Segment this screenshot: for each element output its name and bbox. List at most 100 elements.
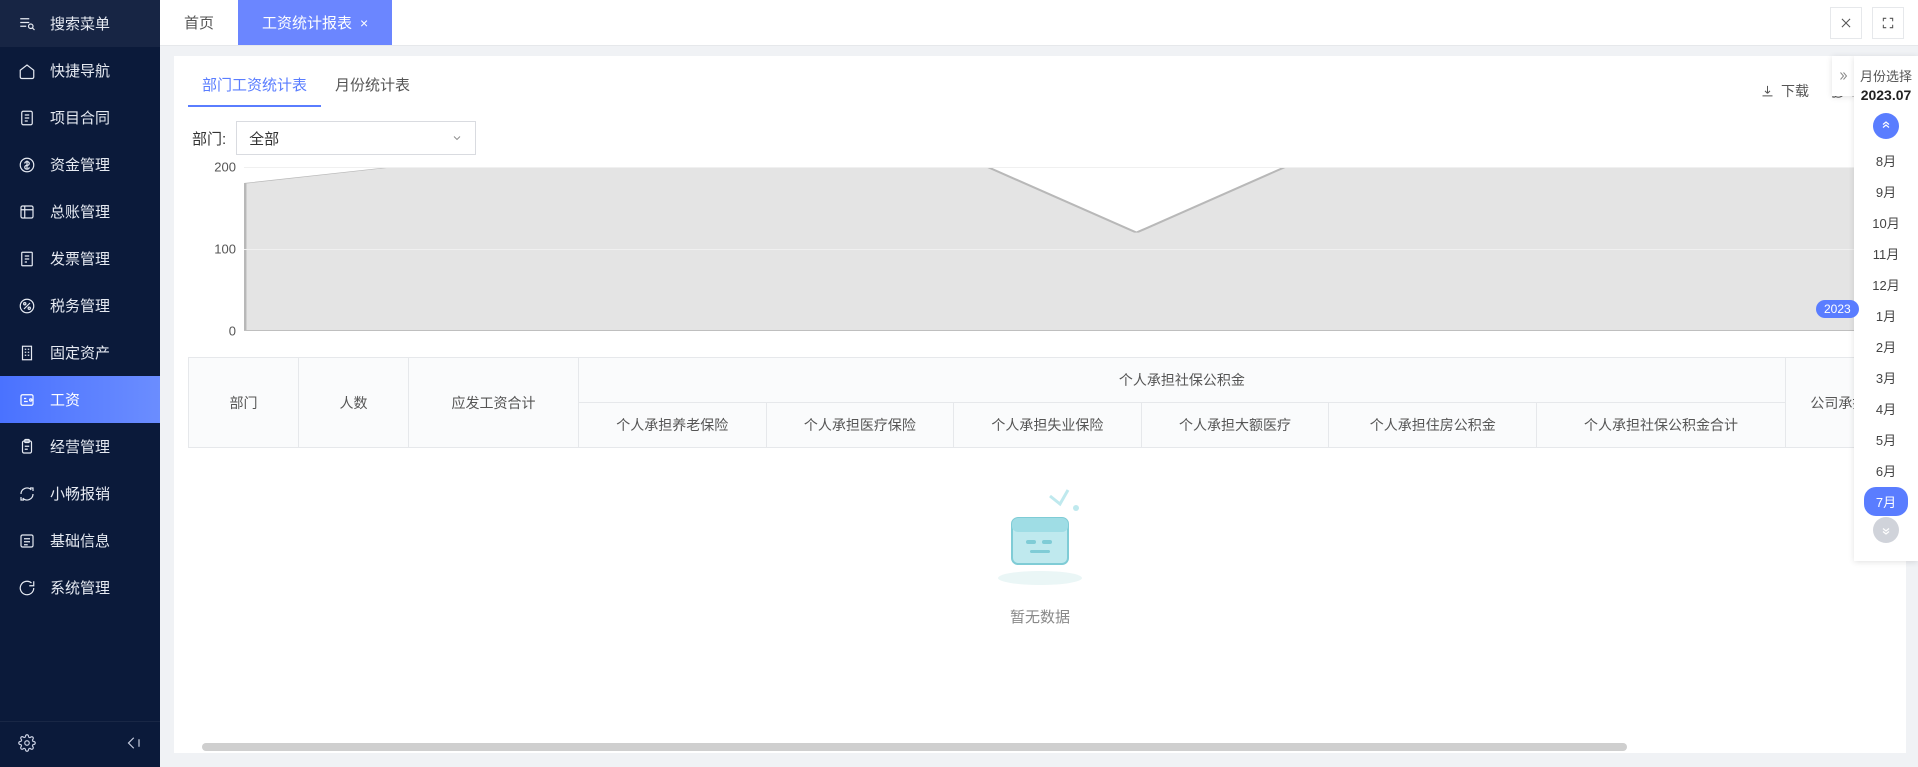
ledger-icon <box>18 203 36 221</box>
sidebar-item-basicinfo[interactable]: 基础信息 <box>0 517 160 564</box>
close-all-tabs-button[interactable] <box>1830 7 1862 39</box>
sidebar-item-tax[interactable]: 税务管理 <box>0 282 160 329</box>
tabs-right-controls <box>1830 0 1918 45</box>
salary-chart: 0100200 <box>192 167 1888 347</box>
month-panel-toggle[interactable] <box>1832 56 1854 96</box>
clipboard-icon <box>18 438 36 456</box>
sidebar-item-quick-nav[interactable]: 快捷导航 <box>0 47 160 94</box>
salary-icon <box>18 391 36 409</box>
chart-ytick: 0 <box>229 324 236 339</box>
month-picker-current: 2023.07 <box>1861 87 1912 103</box>
col-group-header: 个人承担社保公积金 <box>579 358 1786 403</box>
chart-zone: 0100200 <box>174 161 1906 357</box>
sidebar-item-label: 固定资产 <box>50 342 110 363</box>
month-option[interactable]: 4月 <box>1864 394 1908 423</box>
month-option[interactable]: 7月 <box>1864 487 1908 516</box>
sidebar-item-label: 税务管理 <box>50 295 110 316</box>
chart-ytick: 100 <box>214 242 236 257</box>
inner-tabs-row: 部门工资统计表月份统计表 下载 刷新 <box>174 56 1906 107</box>
chevron-down-double-icon <box>1880 524 1892 536</box>
sidebar-item-reimburse[interactable]: 小畅报销 <box>0 470 160 517</box>
month-option[interactable]: 5月 <box>1864 425 1908 454</box>
sidebar-item-operations[interactable]: 经营管理 <box>0 423 160 470</box>
col-subheader: 个人承担养老保险 <box>579 403 767 448</box>
dept-select-value: 全部 <box>249 128 279 149</box>
month-option[interactable]: 3月 <box>1864 363 1908 392</box>
report-card: 部门工资统计表月份统计表 下载 刷新 部门: 全部 <box>174 56 1906 753</box>
col-header: 应发工资合计 <box>409 358 579 448</box>
sidebar-item-contracts[interactable]: 项目合同 <box>0 94 160 141</box>
month-prev-button[interactable] <box>1873 113 1899 139</box>
month-option[interactable]: 9月 <box>1864 177 1908 206</box>
sidebar-item-search-menu[interactable]: 搜索菜单 <box>0 0 160 47</box>
inner-tab-1[interactable]: 月份统计表 <box>321 66 424 107</box>
col-subheader: 个人承担失业保险 <box>954 403 1142 448</box>
search-list-icon <box>18 15 36 33</box>
sidebar-item-label: 发票管理 <box>50 248 110 269</box>
wallet-icon <box>18 156 36 174</box>
sidebar-item-label: 小畅报销 <box>50 483 110 504</box>
month-option[interactable]: 11月 <box>1864 239 1908 268</box>
month-option[interactable]: 2月 <box>1864 332 1908 361</box>
download-label: 下载 <box>1781 81 1809 101</box>
download-button[interactable]: 下载 <box>1760 81 1809 101</box>
sidebar-item-label: 资金管理 <box>50 154 110 175</box>
month-next-button[interactable] <box>1873 517 1899 543</box>
dept-filter-label: 部门: <box>192 128 226 149</box>
download-icon <box>1760 84 1775 99</box>
dept-select[interactable]: 全部 <box>236 121 476 155</box>
chevron-right-double-icon <box>1837 70 1849 82</box>
refresh-icon <box>18 485 36 503</box>
sidebar-item-assets[interactable]: 固定资产 <box>0 329 160 376</box>
table-wrap: 部门人数应发工资合计个人承担社保公积金公司承担个人承担养老保险个人承担医疗保险个… <box>174 357 1906 753</box>
month-option[interactable]: 8月 <box>1864 146 1908 175</box>
tab-0[interactable]: 首页 <box>160 0 238 45</box>
building-icon <box>18 344 36 362</box>
sidebar-item-salary[interactable]: 工资 <box>0 376 160 423</box>
inner-tab-0[interactable]: 部门工资统计表 <box>188 66 321 107</box>
loop-icon <box>18 579 36 597</box>
col-subheader: 个人承担医疗保险 <box>766 403 954 448</box>
sidebar-footer <box>0 721 160 767</box>
tab-1[interactable]: 工资统计报表× <box>238 0 392 45</box>
settings-icon[interactable] <box>18 734 36 755</box>
collapse-sidebar-icon[interactable] <box>124 734 142 755</box>
tabs-bar: 首页 工资统计报表× <box>160 0 1918 46</box>
col-header: 部门 <box>189 358 299 448</box>
col-header: 人数 <box>299 358 409 448</box>
month-option[interactable]: 10月 <box>1864 208 1908 237</box>
sidebar-item-ledger[interactable]: 总账管理 <box>0 188 160 235</box>
main: 首页 工资统计报表× 部门工资统计表月份统计表 下载 <box>160 0 1918 767</box>
sidebar-item-label: 总账管理 <box>50 201 110 222</box>
sidebar-item-label: 系统管理 <box>50 577 110 598</box>
receipt-icon <box>18 250 36 268</box>
empty-text: 暂无数据 <box>1010 606 1070 627</box>
month-picker-title: 月份选择 <box>1860 66 1912 85</box>
month-picker-year-tag: 2023 <box>1816 300 1859 318</box>
doc-icon <box>18 109 36 127</box>
horizontal-scrollbar[interactable] <box>202 741 1878 753</box>
salary-table: 部门人数应发工资合计个人承担社保公积金公司承担个人承担养老保险个人承担医疗保险个… <box>188 357 1892 448</box>
tab-close-icon[interactable]: × <box>360 16 368 30</box>
empty-illustration-icon <box>980 478 1100 588</box>
month-option[interactable]: 1月 <box>1864 301 1908 330</box>
sidebar-item-label: 项目合同 <box>50 107 110 128</box>
month-option[interactable]: 12月 <box>1864 270 1908 299</box>
month-option[interactable]: 6月 <box>1864 456 1908 485</box>
col-subheader: 个人承担大额医疗 <box>1141 403 1329 448</box>
fullscreen-button[interactable] <box>1872 7 1904 39</box>
sidebar: 搜索菜单快捷导航项目合同资金管理总账管理发票管理税务管理固定资产工资经营管理小畅… <box>0 0 160 767</box>
sidebar-item-system[interactable]: 系统管理 <box>0 564 160 611</box>
sidebar-item-label: 工资 <box>50 389 80 410</box>
filter-row: 部门: 全部 <box>174 107 1906 161</box>
sidebar-item-label: 快捷导航 <box>50 60 110 81</box>
chevron-up-double-icon <box>1880 120 1892 132</box>
sidebar-item-label: 基础信息 <box>50 530 110 551</box>
content: 部门工资统计表月份统计表 下载 刷新 部门: 全部 <box>160 46 1918 767</box>
sidebar-item-invoice[interactable]: 发票管理 <box>0 235 160 282</box>
tab-label: 首页 <box>184 12 214 33</box>
sidebar-item-funds[interactable]: 资金管理 <box>0 141 160 188</box>
table-scroll[interactable]: 部门人数应发工资合计个人承担社保公积金公司承担个人承担养老保险个人承担医疗保险个… <box>188 357 1892 448</box>
chevron-down-icon <box>451 132 463 144</box>
sidebar-item-label: 经营管理 <box>50 436 110 457</box>
